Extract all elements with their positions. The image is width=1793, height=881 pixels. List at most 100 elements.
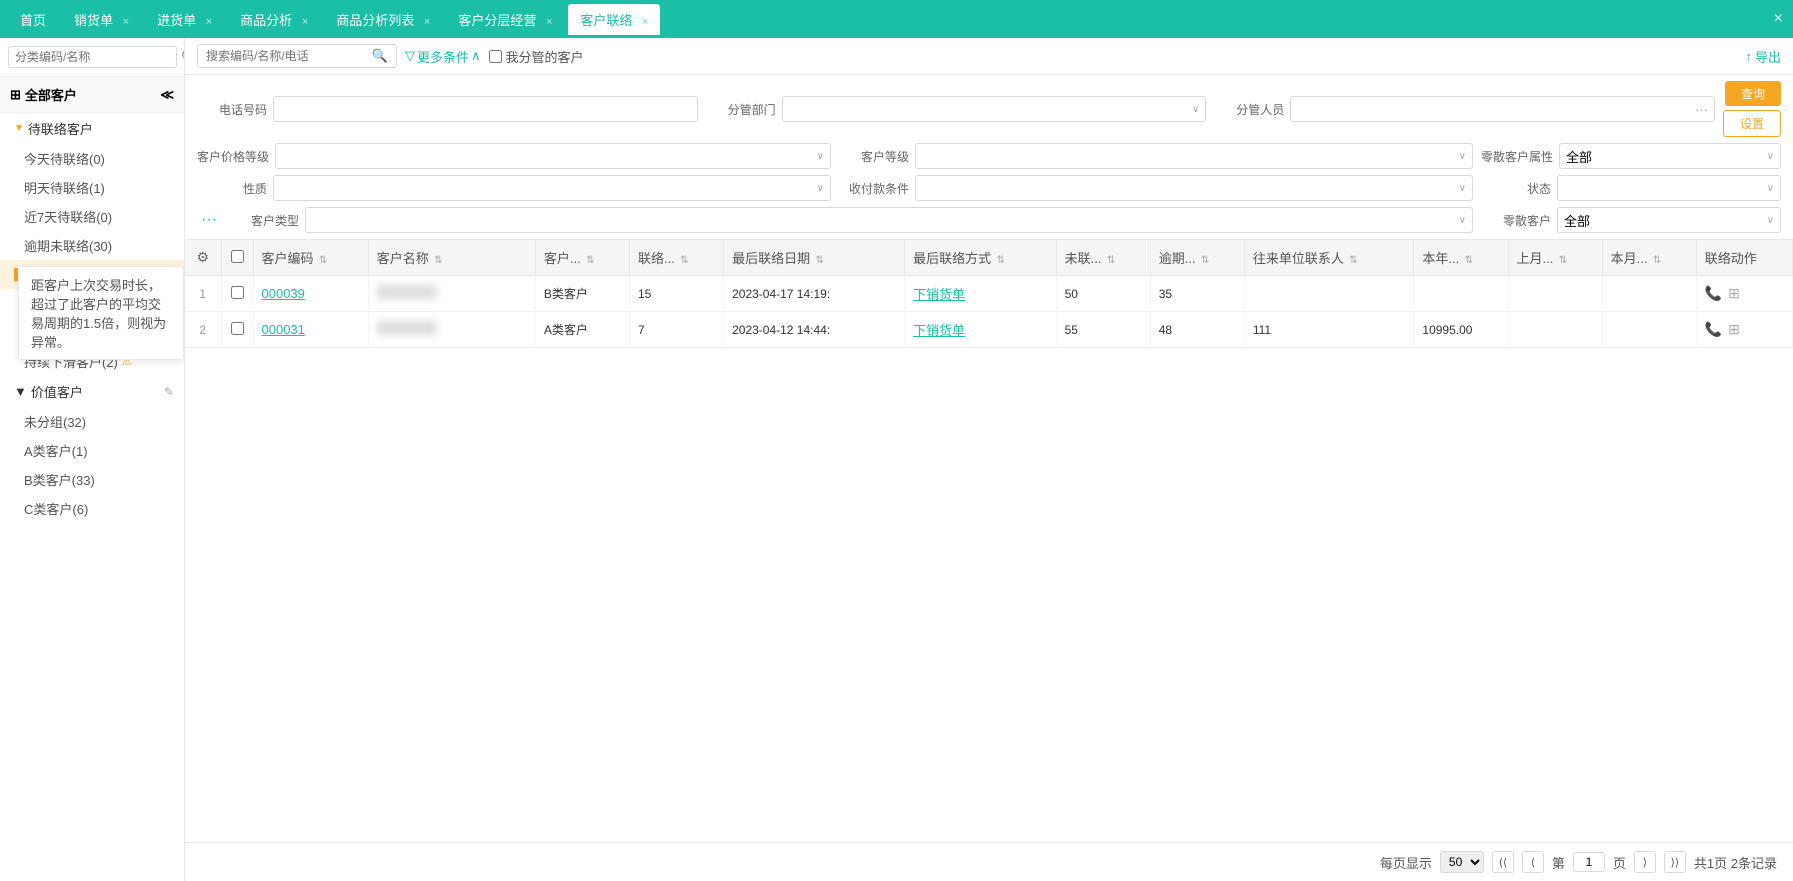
status-select[interactable]: ∨ (1557, 175, 1781, 201)
sort-method-icon[interactable]: ⇅ (997, 255, 1005, 266)
nav-tab-product-analysis[interactable]: 商品分析 × (228, 4, 320, 35)
page-size-select[interactable]: 50 (1440, 851, 1484, 873)
pending-7days-item[interactable]: 近7天待联络(0) (0, 202, 184, 231)
row-2-checkbox[interactable] (231, 322, 244, 335)
row-2-phone-icon[interactable]: 📞 (1705, 321, 1722, 338)
row-2-uncontacted: 55 (1056, 312, 1150, 348)
select-all-checkbox[interactable] (231, 250, 244, 263)
close-product-analysis-tab[interactable]: × (302, 16, 308, 28)
settings-button[interactable]: 设置 (1723, 110, 1781, 137)
sort-contact-icon[interactable]: ⇅ (680, 255, 688, 266)
sidebar-search-input[interactable] (8, 46, 177, 68)
row-2-overdue: 48 (1150, 312, 1244, 348)
sort-name-icon[interactable]: ⇅ (434, 255, 442, 266)
value-customer-group[interactable]: ▼ 价值客户 ✎ (0, 376, 184, 407)
manager-field: 分管人员 ··· (1214, 96, 1715, 122)
row-1-code[interactable]: 000039 (253, 276, 368, 312)
th-settings[interactable]: ⚙ (185, 240, 221, 276)
pending-contact-group[interactable]: ▼ 待联络客户 (0, 113, 184, 144)
nav-tab-sales[interactable]: 销货单 × (62, 4, 141, 35)
price-level-select[interactable]: ∨ (275, 143, 831, 169)
row-2-action-icons: 📞 ⊞ (1705, 321, 1784, 338)
more-conditions-btn[interactable]: ▽ 更多条件 ∧ (405, 47, 481, 66)
first-page-btn[interactable]: ⟨⟨ (1492, 851, 1514, 873)
value-ungroup-item[interactable]: 未分组(32) (0, 407, 184, 436)
edit-icon[interactable]: ✎ (164, 385, 174, 399)
sort-last-month-icon[interactable]: ⇅ (1559, 255, 1567, 266)
close-customer-contact-tab[interactable]: × (642, 16, 648, 28)
value-b-item[interactable]: B类客户(33) (0, 465, 184, 494)
sort-year-icon[interactable]: ⇅ (1465, 255, 1473, 266)
row-2-grid-icon[interactable]: ⊞ (1728, 321, 1740, 338)
th-uncontacted: 未联... ⇅ (1056, 240, 1150, 276)
more-fields-btn[interactable]: ··· (197, 211, 221, 229)
retail-attr-select[interactable]: 全部 ∨ (1559, 143, 1781, 169)
close-purchase-tab[interactable]: × (206, 16, 212, 28)
row-2-customer-type: A类客户 (535, 312, 629, 348)
all-customers-header[interactable]: ⊞ 全部客户 ≪ (0, 77, 184, 113)
phone-input[interactable] (273, 96, 698, 122)
row-1-contact-count: 15 (629, 276, 723, 312)
row-2-code[interactable]: 000031 (253, 312, 368, 348)
row-num-1: 1 (185, 276, 221, 312)
pending-today-item[interactable]: 今天待联络(0) (0, 144, 184, 173)
department-select[interactable]: ∨ (782, 96, 1207, 122)
my-customers-checkbox[interactable] (489, 50, 502, 63)
row-checkbox-1[interactable] (221, 276, 253, 312)
row-1-last-contact-method[interactable]: 下销货单 (905, 276, 1056, 312)
sidebar-search-icon[interactable]: 🔍 (181, 49, 185, 66)
close-customer-segment-tab[interactable]: × (546, 16, 552, 28)
export-button[interactable]: ↑ 导出 (1745, 47, 1781, 66)
filter-rows-area: 电话号码 分管部门 ∨ 分管人员 ··· (185, 75, 1793, 240)
close-sales-tab[interactable]: × (123, 16, 129, 28)
value-c-item[interactable]: C类客户(6) (0, 494, 184, 523)
search-icon[interactable]: 🔍 (372, 48, 388, 64)
manager-more-icon[interactable]: ··· (1695, 102, 1708, 117)
nav-tab-customer-contact[interactable]: 客户联络 × (568, 4, 660, 35)
sort-uncontacted-icon[interactable]: ⇅ (1107, 255, 1115, 266)
pending-tomorrow-item[interactable]: 明天待联络(1) (0, 173, 184, 202)
row-1-contact-person (1244, 276, 1414, 312)
sidebar-search-area: 🔍 (0, 38, 184, 77)
page-number-input[interactable] (1573, 852, 1605, 872)
filter-row-1: 电话号码 分管部门 ∨ 分管人员 ··· (197, 81, 1781, 137)
sort-month-icon[interactable]: ⇅ (1653, 255, 1661, 266)
last-page-btn[interactable]: ⟩⟩ (1664, 851, 1686, 873)
customer-type-select[interactable]: ∨ (305, 207, 1473, 233)
table-settings-icon[interactable]: ⚙ (196, 249, 209, 266)
th-customer-type: 客户... ⇅ (535, 240, 629, 276)
pending-overdue-item[interactable]: 逾期未联络(30) (0, 231, 184, 260)
th-checkbox[interactable] (221, 240, 253, 276)
collapse-icon[interactable]: ≪ (160, 87, 174, 103)
value-a-item[interactable]: A类客户(1) (0, 436, 184, 465)
pagination-footer: 每页显示 50 ⟨⟨ ⟨ 第 页 ⟩ ⟩⟩ 共1页 2条记录 (185, 842, 1793, 881)
nav-tab-customer-segment[interactable]: 客户分层经营 × (446, 4, 564, 35)
close-product-list-tab[interactable]: × (424, 16, 430, 28)
row-checkbox-2[interactable] (221, 312, 253, 348)
row-1-current-month (1602, 276, 1696, 312)
sort-overdue-icon[interactable]: ⇅ (1201, 255, 1209, 266)
nav-tab-purchase[interactable]: 进货单 × (145, 4, 224, 35)
nav-tab-home[interactable]: 首页 (8, 4, 58, 35)
sort-person-icon[interactable]: ⇅ (1349, 255, 1357, 266)
sort-code-icon[interactable]: ⇅ (319, 255, 327, 266)
manager-select[interactable]: ··· (1290, 96, 1715, 122)
prev-page-btn[interactable]: ⟨ (1522, 851, 1544, 873)
retail-customer-select[interactable]: 全部 ∨ (1557, 207, 1781, 233)
payment-select[interactable]: ∨ (915, 175, 1473, 201)
gender-select[interactable]: ∨ (273, 175, 831, 201)
th-last-contact-date: 最后联络日期 ⇅ (724, 240, 905, 276)
nav-tab-product-list[interactable]: 商品分析列表 × (324, 4, 442, 35)
sort-type-icon[interactable]: ⇅ (586, 255, 594, 266)
window-close-button[interactable]: × (1774, 10, 1783, 28)
customer-level-select[interactable]: ∨ (915, 143, 1473, 169)
next-page-btn[interactable]: ⟩ (1634, 851, 1656, 873)
sort-date-icon[interactable]: ⇅ (815, 255, 823, 266)
content-area: 🔍 ▽ 更多条件 ∧ 我分管的客户 ↑ 导出 电话号码 (185, 38, 1793, 881)
main-search-input[interactable] (206, 49, 372, 63)
query-button[interactable]: 查询 (1725, 81, 1781, 106)
row-1-grid-icon[interactable]: ⊞ (1728, 285, 1740, 302)
row-2-last-contact-method[interactable]: 下销货单 (905, 312, 1056, 348)
row-1-checkbox[interactable] (231, 286, 244, 299)
row-1-phone-icon[interactable]: 📞 (1705, 285, 1722, 302)
